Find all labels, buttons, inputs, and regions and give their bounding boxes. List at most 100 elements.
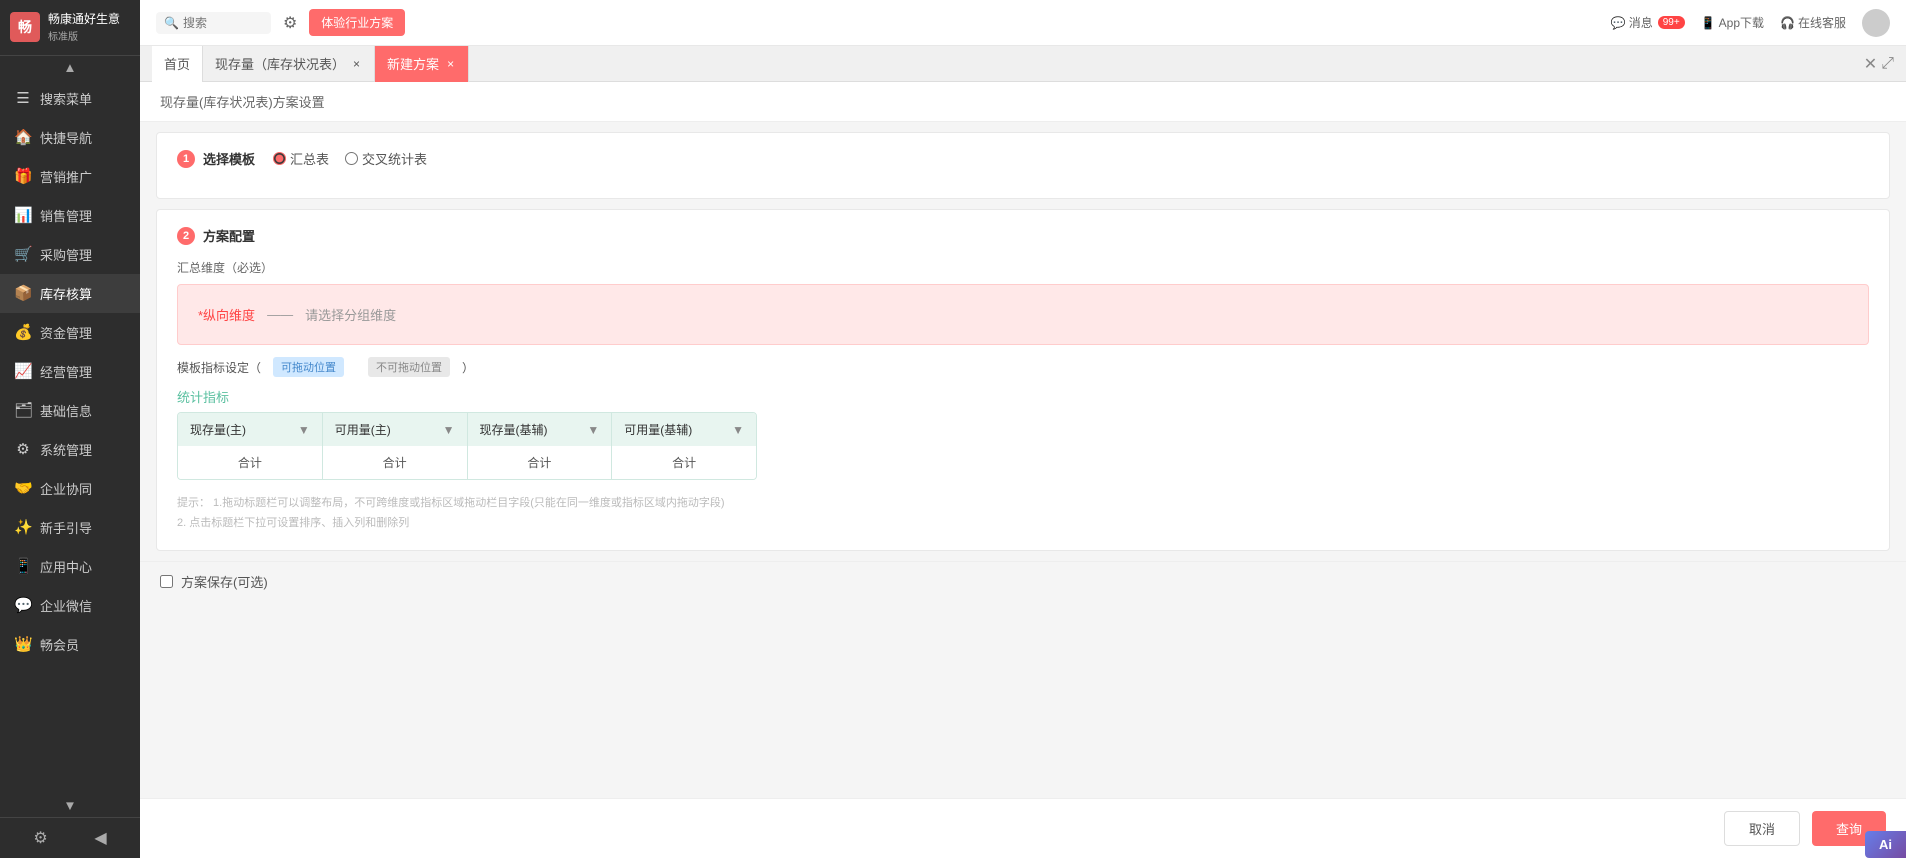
sidebar-scroll-down[interactable]: ▼ xyxy=(0,794,140,817)
dimension-required-label: 汇总维度（必选） xyxy=(177,259,1869,276)
indicator-label-row: 模板指标设定（ 可拖动位置 不可拖动位置 ） xyxy=(177,357,1869,377)
save-label[interactable]: 方案保存(可选) xyxy=(181,572,268,591)
stats-col-4-dropdown-icon[interactable]: ▼ xyxy=(732,423,744,437)
hint-line-1: 提示： 1.拖动标题栏可以调整布局，不可跨维度或指标区域拖动栏目字段(只能在同一… xyxy=(177,494,1869,514)
topbar: 🔍 ⚙ 体验行业方案 💬 消息 99+ 📱 App下载 🎧 在线客服 xyxy=(140,0,1906,46)
stats-col-2[interactable]: 可用量(主) ▼ xyxy=(323,413,468,446)
stats-col-3-dropdown-icon[interactable]: ▼ xyxy=(587,423,599,437)
sidebar-item-sysadmin[interactable]: ⚙ 系统管理 xyxy=(0,430,140,469)
message-icon: 💬 xyxy=(1611,16,1626,30)
sidebar-item-label: 销售管理 xyxy=(40,206,92,225)
collab-icon: 🤝 xyxy=(14,479,32,497)
hint-box: 提示： 1.拖动标题栏可以调整布局，不可跨维度或指标区域拖动栏目字段(只能在同一… xyxy=(177,494,1869,534)
cancel-button[interactable]: 取消 xyxy=(1724,811,1800,846)
sidebar-item-inventory[interactable]: 📦 库存核算 xyxy=(0,274,140,313)
message-badge: 99+ xyxy=(1658,16,1685,29)
sidebar-item-wechat[interactable]: 💬 企业微信 xyxy=(0,586,140,625)
sidebar-item-newbie[interactable]: ✨ 新手引导 xyxy=(0,508,140,547)
dim-placeholder[interactable]: 请选择分组维度 xyxy=(305,305,396,324)
settings-footer-btn[interactable]: ⚙ xyxy=(33,828,47,848)
sidebar-item-label: 库存核算 xyxy=(40,284,92,303)
stats-col-4-label: 可用量(基辅) xyxy=(624,421,692,438)
ai-float-button[interactable]: Ai xyxy=(1865,831,1906,858)
sidebar-item-appcenter[interactable]: 📱 应用中心 xyxy=(0,547,140,586)
topbar-message[interactable]: 💬 消息 99+ xyxy=(1611,14,1685,31)
sidebar-item-label: 系统管理 xyxy=(40,440,92,459)
step2-header: 2 方案配置 xyxy=(177,226,1869,245)
search-input[interactable] xyxy=(183,16,263,30)
sidebar-item-label: 新手引导 xyxy=(40,518,92,537)
radio-cross-input[interactable] xyxy=(345,152,358,165)
panel-close-btn[interactable]: ✕ xyxy=(1864,54,1877,74)
indicator-label-text: 模板指标设定（ xyxy=(177,359,261,376)
sidebar-item-label: 经营管理 xyxy=(40,362,92,381)
stats-table-body: 合计 合计 合计 合计 xyxy=(178,446,756,479)
mobile-icon: 📱 xyxy=(14,557,32,575)
topbar-right: 💬 消息 99+ 📱 App下载 🎧 在线客服 xyxy=(1611,9,1890,37)
sidebar-scroll-up[interactable]: ▲ xyxy=(0,56,140,79)
step2-title: 方案配置 xyxy=(203,226,255,245)
sidebar-item-label: 快捷导航 xyxy=(40,128,92,147)
user-avatar[interactable] xyxy=(1862,9,1890,37)
sidebar-item-sales[interactable]: 📊 销售管理 xyxy=(0,196,140,235)
stats-col-2-dropdown-icon[interactable]: ▼ xyxy=(443,423,455,437)
dim-required-mark: *纵向维度 xyxy=(198,305,255,324)
tab-close-new-plan[interactable]: × xyxy=(445,57,456,71)
stats-col-2-label: 可用量(主) xyxy=(335,421,391,438)
panel-expand-btn[interactable]: ⤢ xyxy=(1881,55,1894,73)
cart-icon: 🛒 xyxy=(14,245,32,263)
sidebar-item-label: 畅会员 xyxy=(40,635,79,654)
sidebar-item-collab[interactable]: 🤝 企业协同 xyxy=(0,469,140,508)
tab-home[interactable]: 首页 xyxy=(152,46,203,82)
stats-cell-4: 合计 xyxy=(612,446,756,479)
stats-title: 统计指标 xyxy=(177,387,1869,406)
gift-icon: 🎁 xyxy=(14,167,32,185)
stats-cell-1: 合计 xyxy=(178,446,323,479)
sidebar-item-baseinfo[interactable]: 🗂 基础信息 xyxy=(0,391,140,430)
stats-col-4[interactable]: 可用量(基辅) ▼ xyxy=(612,413,756,446)
stats-cell-2: 合计 xyxy=(323,446,468,479)
info-icon: 🗂 xyxy=(14,401,32,419)
radio-summary-input[interactable] xyxy=(273,152,286,165)
save-section: 方案保存(可选) xyxy=(140,561,1906,601)
tab-inventory-status[interactable]: 现存量（库存状况表） × xyxy=(203,46,375,82)
topbar-app-download[interactable]: 📱 App下载 xyxy=(1701,14,1764,31)
tab-new-plan[interactable]: 新建方案 × xyxy=(375,46,469,82)
search-menu-icon: ☰ xyxy=(14,89,32,107)
non-draggable-badge: 不可拖动位置 xyxy=(368,357,450,377)
stats-col-1-dropdown-icon[interactable]: ▼ xyxy=(298,423,310,437)
phone-icon: 📱 xyxy=(1701,16,1716,30)
tabbar: 首页 现存量（库存状况表） × 新建方案 × ✕ ⤢ xyxy=(140,46,1906,82)
sidebar-item-search[interactable]: ☰ 搜索菜单 xyxy=(0,79,140,118)
stats-col-3[interactable]: 现存量(基辅) ▼ xyxy=(468,413,613,446)
step1-header: 1 选择模板 汇总表 交叉统计表 xyxy=(177,149,1869,168)
save-checkbox[interactable] xyxy=(160,575,173,588)
template-radio-group: 汇总表 交叉统计表 xyxy=(273,149,427,168)
sidebar-item-purchase[interactable]: 🛒 采购管理 xyxy=(0,235,140,274)
trial-btn[interactable]: 体验行业方案 xyxy=(309,9,405,36)
radio-summary[interactable]: 汇总表 xyxy=(273,149,329,168)
operations-icon: 📈 xyxy=(14,362,32,380)
tab-close-inventory[interactable]: × xyxy=(351,57,362,71)
stats-col-1[interactable]: 现存量(主) ▼ xyxy=(178,413,323,446)
sidebar-item-operations[interactable]: 📈 经营管理 xyxy=(0,352,140,391)
sidebar-item-member[interactable]: 👑 畅会员 xyxy=(0,625,140,664)
sidebar-item-finance[interactable]: 💰 资金管理 xyxy=(0,313,140,352)
topbar-gear-btn[interactable]: ⚙ xyxy=(283,13,297,33)
app-logo-icon: 畅 xyxy=(10,12,40,42)
radio-cross[interactable]: 交叉统计表 xyxy=(345,149,427,168)
sidebar: 畅 畅康通好生意 标准版 ▲ ☰ 搜索菜单 🏠 快捷导航 🎁 营销推广 📊 销售… xyxy=(0,0,140,858)
topbar-online-service[interactable]: 🎧 在线客服 xyxy=(1780,14,1846,31)
topbar-search-box[interactable]: 🔍 xyxy=(156,12,271,34)
headset-icon: 🎧 xyxy=(1780,16,1795,30)
collapse-sidebar-btn[interactable]: ◀ xyxy=(94,828,106,848)
stats-table-header: 现存量(主) ▼ 可用量(主) ▼ 现存量(基辅) ▼ 可用量(基辅) xyxy=(178,413,756,446)
hint-line-2: 2. 点击标题栏下拉可设置排序、插入列和删除列 xyxy=(177,514,1869,534)
search-icon: 🔍 xyxy=(164,16,179,30)
sidebar-item-marketing[interactable]: 🎁 营销推广 xyxy=(0,157,140,196)
stats-cell-3: 合计 xyxy=(468,446,613,479)
sidebar-item-label: 应用中心 xyxy=(40,557,92,576)
sidebar-item-label: 搜索菜单 xyxy=(40,89,92,108)
sidebar-item-quicknav[interactable]: 🏠 快捷导航 xyxy=(0,118,140,157)
sidebar-item-label: 采购管理 xyxy=(40,245,92,264)
